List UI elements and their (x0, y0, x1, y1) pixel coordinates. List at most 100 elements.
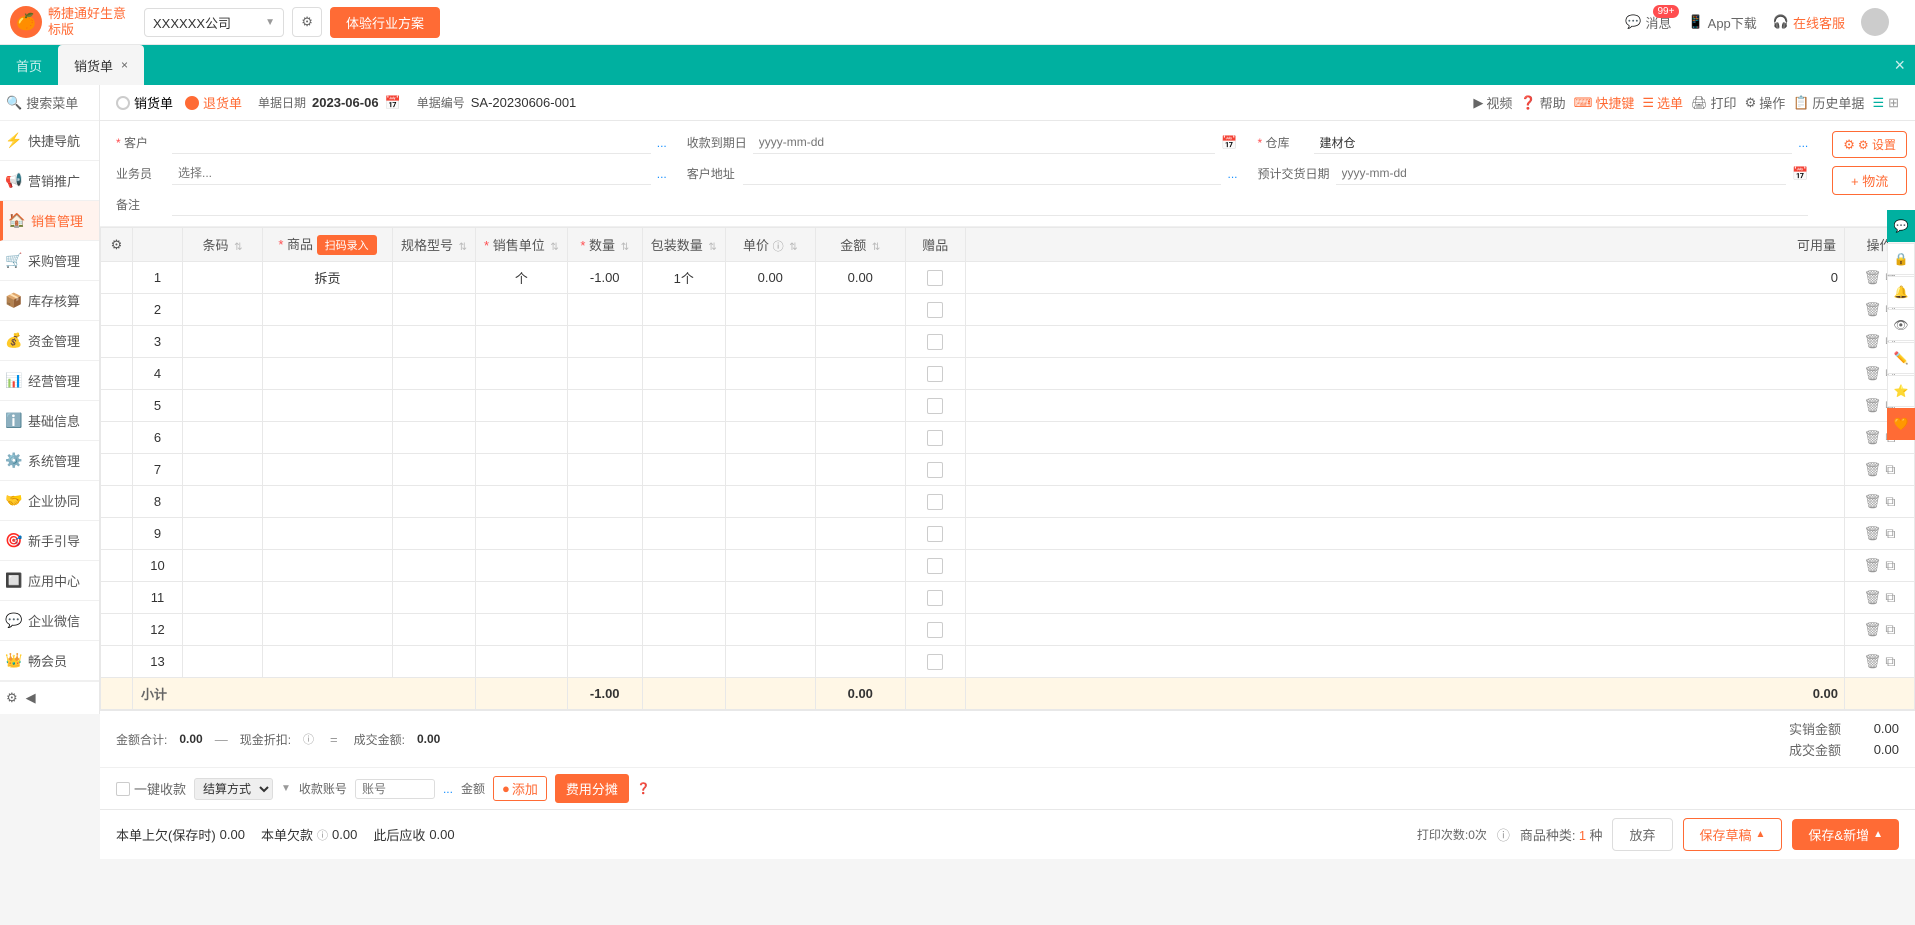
salesperson-input[interactable] (172, 162, 651, 185)
trial-button[interactable]: 体验行业方案 (330, 7, 440, 38)
expense-split-button[interactable]: 费用分摊 (555, 774, 629, 803)
operate-button[interactable]: ⚙ 操作 (1745, 93, 1786, 112)
delete-icon[interactable]: 🗑 (1864, 333, 1882, 350)
row-1-unit[interactable]: 个 (476, 262, 568, 294)
delete-icon[interactable]: 🗑 (1864, 461, 1882, 478)
row-gift[interactable] (927, 494, 943, 510)
tab-sales-order[interactable]: 销货单 × (58, 45, 144, 85)
row-1-delete-icon[interactable]: 🗑 (1864, 269, 1882, 286)
settings-button[interactable]: ⚙ (292, 7, 322, 37)
abandon-button[interactable]: 放弃 (1612, 818, 1672, 851)
rfloat-btn-5[interactable]: ✏️ (1887, 342, 1915, 374)
rfloat-btn-6[interactable]: ⭐ (1887, 375, 1915, 407)
sidebar-item-quick-nav[interactable]: ⚡ 快捷导航 (0, 121, 99, 161)
row-1-gift-checkbox[interactable] (927, 270, 943, 286)
expense-help-icon[interactable]: ❓ (637, 782, 651, 795)
customer-input[interactable] (172, 131, 651, 154)
add-payment-button[interactable]: ● 添加 (493, 776, 547, 801)
one-key-pay-checkbox[interactable] (116, 782, 130, 796)
delete-icon[interactable]: 🗑 (1864, 525, 1882, 542)
layout-list-icon[interactable]: ☰ (1872, 95, 1884, 111)
sidebar-item-guide[interactable]: 🎯 新手引导 (0, 521, 99, 561)
sidebar-item-operation[interactable]: 📊 经营管理 (0, 361, 99, 401)
message-button[interactable]: 💬 消息 99+ (1625, 13, 1671, 32)
rfloat-btn-2[interactable]: 🔒 (1887, 243, 1915, 275)
close-tab-icon[interactable]: × (121, 58, 128, 72)
delete-icon[interactable]: 🗑 (1864, 429, 1882, 446)
sidebar-item-enterprise[interactable]: 🤝 企业协同 (0, 481, 99, 521)
qty-sort-icon[interactable]: ⇅ (621, 242, 629, 253)
close-all-button[interactable]: × (1894, 55, 1905, 76)
customer-addr-more-icon[interactable]: ... (1227, 167, 1237, 181)
delete-icon[interactable]: 🗑 (1864, 493, 1882, 510)
row-1-product[interactable]: 拆贡 (263, 262, 393, 294)
copy-icon[interactable]: ⧉ (1885, 461, 1895, 478)
sidebar-item-system[interactable]: ⚙️ 系统管理 (0, 441, 99, 481)
calendar-icon[interactable]: 📅 (385, 95, 401, 111)
sidebar-item-member[interactable]: 👑 畅会员 (0, 641, 99, 681)
save-new-button[interactable]: 保存&新增 ▲ (1792, 819, 1899, 850)
shortcut-button[interactable]: ⌨ 快捷键 (1574, 93, 1635, 112)
expected-date-calendar-icon[interactable]: 📅 (1792, 166, 1808, 182)
print-button[interactable]: 🖨 打印 (1691, 93, 1737, 112)
delete-icon[interactable]: 🗑 (1864, 365, 1882, 382)
customer-addr-input[interactable] (743, 162, 1222, 185)
scan-button[interactable]: 扫码录入 (317, 235, 377, 255)
row-1-price[interactable]: 0.00 (725, 262, 815, 294)
radio-return[interactable]: 退货单 (185, 93, 242, 112)
sidebar-item-basic[interactable]: ℹ️ 基础信息 (0, 401, 99, 441)
copy-icon[interactable]: ⧉ (1885, 525, 1895, 542)
unit-sort-icon[interactable]: ⇅ (550, 242, 558, 253)
delete-icon[interactable]: 🗑 (1864, 621, 1882, 638)
company-selector[interactable]: XXXXXX公司 ▼ (144, 8, 284, 37)
help-button[interactable]: ❓ 帮助 (1520, 93, 1565, 112)
due-date-calendar-icon[interactable]: 📅 (1221, 135, 1237, 151)
row-gift[interactable] (927, 654, 943, 670)
row-gift[interactable] (927, 462, 943, 478)
save-draft-button[interactable]: 保存草稿 ▲ (1683, 818, 1783, 851)
row-1-spec[interactable] (393, 262, 476, 294)
row-gift[interactable] (927, 622, 943, 638)
rfloat-btn-7[interactable]: 🧡 (1887, 408, 1915, 440)
form-settings-button[interactable]: ⚙ ⚙ 设置 (1832, 131, 1907, 158)
form-logistics-button[interactable]: + 物流 (1832, 166, 1907, 195)
sidebar-item-sales[interactable]: 🏠 销售管理 (0, 201, 99, 241)
app-download-button[interactable]: 📱 App下载 (1687, 13, 1756, 32)
sidebar-item-inventory[interactable]: 📦 库存核算 (0, 281, 99, 321)
row-gift[interactable] (927, 430, 943, 446)
history-button[interactable]: 📋 历史单据 (1793, 93, 1864, 112)
col-settings[interactable]: ⚙ (101, 228, 133, 262)
avatar[interactable] (1861, 8, 1889, 36)
account-more-icon[interactable]: ... (443, 782, 453, 796)
copy-icon[interactable]: ⧉ (1885, 621, 1895, 638)
barcode-sort-icon[interactable]: ⇅ (234, 242, 242, 253)
row-gift[interactable] (927, 526, 943, 542)
copy-icon[interactable]: ⧉ (1885, 653, 1895, 670)
product-type-info-icon[interactable]: ⓘ (1497, 825, 1510, 844)
tab-home[interactable]: 首页 (0, 45, 58, 85)
delete-icon[interactable]: 🗑 (1864, 589, 1882, 606)
spec-sort-icon[interactable]: ⇅ (459, 242, 467, 253)
row-gift[interactable] (927, 558, 943, 574)
row-1-packqty[interactable]: 1个 (642, 262, 725, 294)
one-key-pay[interactable]: 一键收款 (116, 779, 186, 798)
expected-date-input[interactable] (1336, 162, 1787, 185)
copy-icon[interactable]: ⧉ (1885, 493, 1895, 510)
sidebar-search[interactable]: 🔍 搜索菜单 (0, 85, 99, 121)
amount-sort-icon[interactable]: ⇅ (872, 242, 880, 253)
rfloat-btn-1[interactable]: 💬 (1887, 210, 1915, 242)
sidebar-item-marketing[interactable]: 📢 营销推广 (0, 161, 99, 201)
row-gift[interactable] (927, 302, 943, 318)
price-info-icon[interactable]: ⓘ (773, 241, 784, 253)
row-gift[interactable] (927, 590, 943, 606)
copy-icon[interactable]: ⧉ (1885, 589, 1895, 606)
delete-icon[interactable]: 🗑 (1864, 653, 1882, 670)
radio-sale[interactable]: 销货单 (116, 93, 173, 112)
price-sort-icon[interactable]: ⇅ (789, 242, 797, 253)
due-date-input[interactable] (753, 131, 1216, 154)
rfloat-btn-3[interactable]: 🔔 (1887, 276, 1915, 308)
sidebar-collapse-icon[interactable]: ◀ (26, 690, 36, 706)
sidebar-item-finance[interactable]: 💰 资金管理 (0, 321, 99, 361)
settlement-method-select[interactable]: 结算方式 (194, 778, 273, 800)
row-1-barcode[interactable] (183, 262, 263, 294)
